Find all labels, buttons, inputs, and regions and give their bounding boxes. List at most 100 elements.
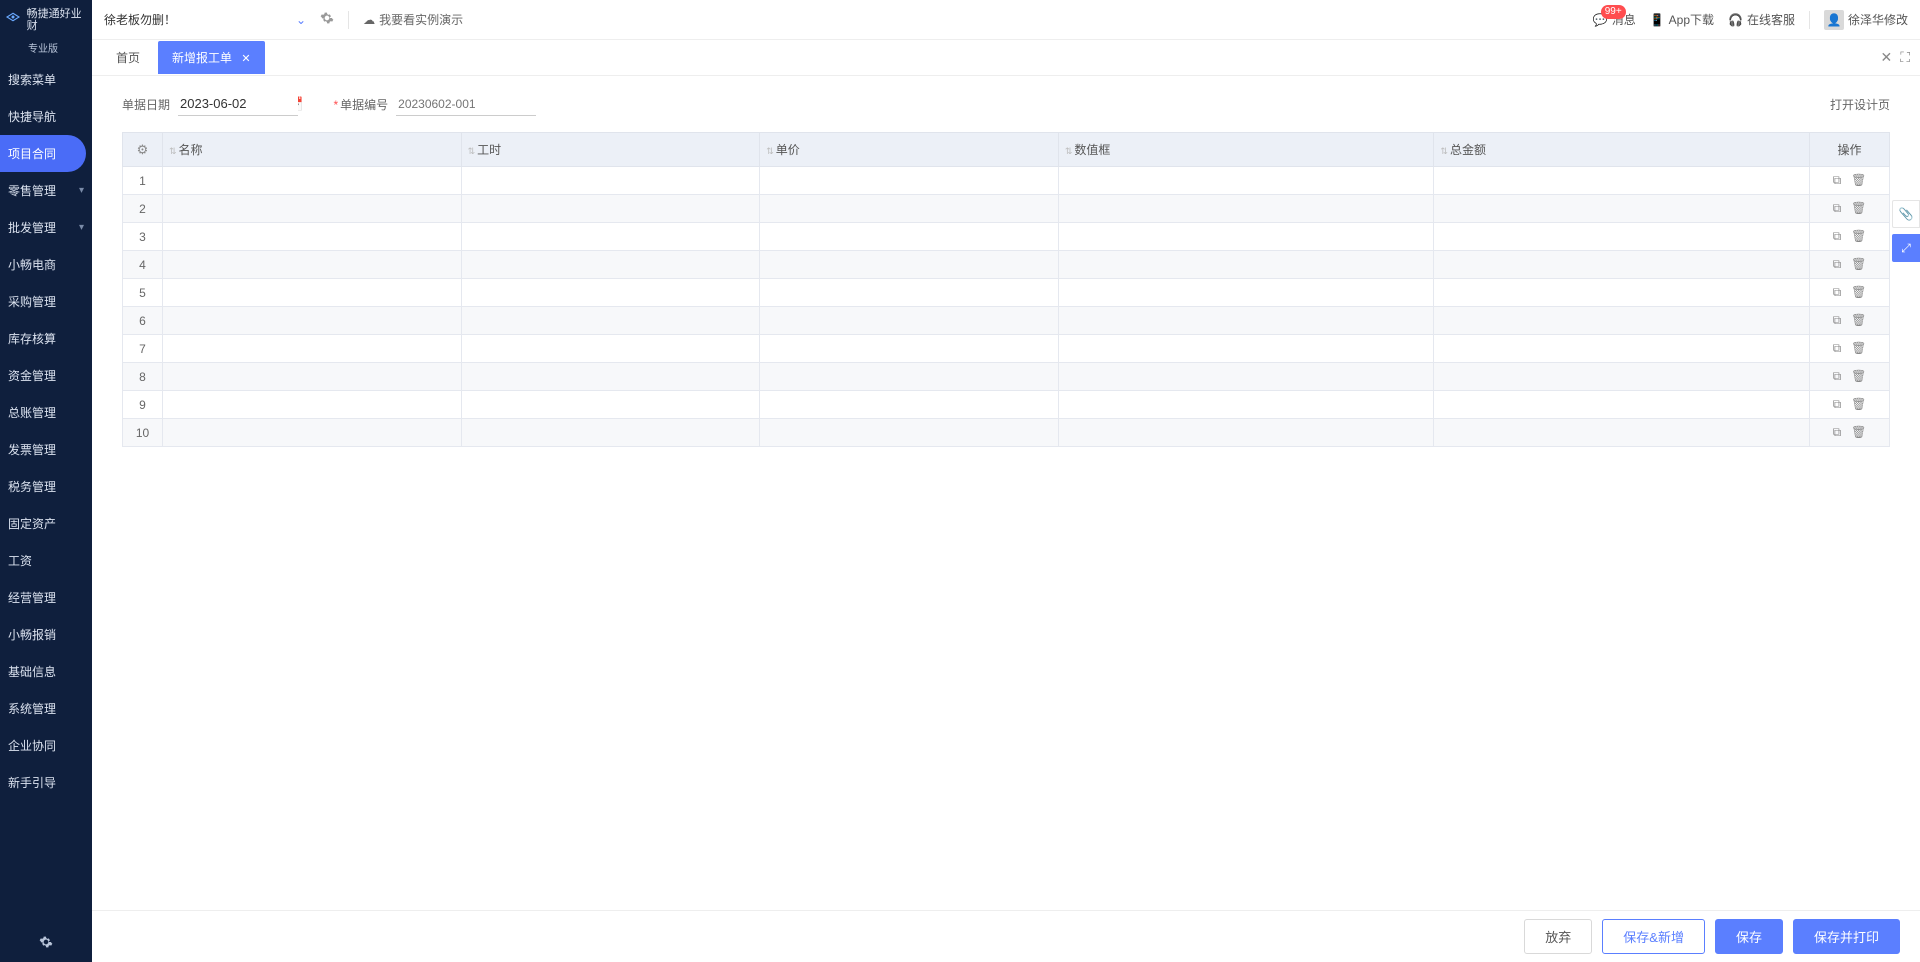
cell[interactable] [760, 419, 1059, 447]
column-header[interactable]: ⇅数值框 [1058, 133, 1434, 167]
cell[interactable] [163, 251, 462, 279]
sidebar-item[interactable]: 库存核算 [0, 320, 92, 357]
delete-icon[interactable]: 🗑 [1851, 397, 1866, 412]
cell[interactable] [163, 419, 462, 447]
code-input[interactable] [396, 93, 536, 116]
sidebar-item[interactable]: 发票管理 [0, 431, 92, 468]
tab-home[interactable]: 首页 [102, 41, 154, 74]
cell[interactable] [760, 251, 1059, 279]
cell[interactable] [461, 363, 760, 391]
cell[interactable] [1058, 419, 1434, 447]
cell[interactable] [1058, 251, 1434, 279]
cell[interactable] [461, 307, 760, 335]
delete-icon[interactable]: 🗑 [1851, 257, 1866, 272]
discard-button[interactable]: 放弃 [1524, 919, 1592, 954]
sidebar-item[interactable]: 批发管理▾ [0, 209, 92, 246]
copy-icon[interactable]: ⧉ [1833, 425, 1842, 440]
close-icon[interactable]: ✕ [241, 53, 250, 65]
service-button[interactable]: 🎧 在线客服 [1728, 11, 1795, 28]
sidebar-item[interactable]: 税务管理 [0, 468, 92, 505]
cell[interactable] [1434, 167, 1810, 195]
cell[interactable] [461, 391, 760, 419]
cell[interactable] [1058, 391, 1434, 419]
sidebar-item[interactable]: 系统管理 [0, 690, 92, 727]
close-all-icon[interactable]: ✕ [1880, 49, 1892, 66]
cell[interactable] [461, 419, 760, 447]
column-header[interactable]: ⇅总金额 [1434, 133, 1810, 167]
delete-icon[interactable]: 🗑 [1851, 425, 1866, 440]
delete-icon[interactable]: 🗑 [1851, 201, 1866, 216]
sidebar-item[interactable]: 项目合同 [0, 135, 86, 172]
copy-icon[interactable]: ⧉ [1833, 257, 1842, 272]
fullscreen-icon[interactable]: ⛶ [1900, 49, 1910, 66]
gear-column-header[interactable]: ⚙ [123, 133, 163, 167]
cell[interactable] [760, 195, 1059, 223]
save-button[interactable]: 保存 [1715, 919, 1783, 954]
cell[interactable] [1434, 391, 1810, 419]
delete-icon[interactable]: 🗑 [1851, 173, 1866, 188]
column-header[interactable]: ⇅名称 [163, 133, 462, 167]
sidebar-item[interactable]: 搜索菜单 [0, 61, 92, 98]
demo-link[interactable]: ☁ 我要看实例演示 [363, 11, 463, 28]
cell[interactable] [760, 167, 1059, 195]
delete-icon[interactable]: 🗑 [1851, 229, 1866, 244]
delete-icon[interactable]: 🗑 [1851, 285, 1866, 300]
sidebar-item[interactable]: 小畅电商 [0, 246, 92, 283]
save-print-button[interactable]: 保存并打印 [1793, 919, 1900, 954]
cell[interactable] [760, 391, 1059, 419]
cell[interactable] [1058, 335, 1434, 363]
sidebar-item[interactable]: 基础信息 [0, 653, 92, 690]
copy-icon[interactable]: ⧉ [1833, 341, 1842, 356]
design-link[interactable]: 打开设计页 [1830, 96, 1890, 113]
cell[interactable] [1434, 307, 1810, 335]
cell[interactable] [760, 363, 1059, 391]
cell[interactable] [1434, 251, 1810, 279]
copy-icon[interactable]: ⧉ [1833, 229, 1842, 244]
delete-icon[interactable]: 🗑 [1851, 369, 1866, 384]
date-input[interactable] [178, 92, 298, 116]
cell[interactable] [1058, 195, 1434, 223]
cell[interactable] [1434, 363, 1810, 391]
column-header[interactable]: ⇅工时 [461, 133, 760, 167]
cell[interactable] [1058, 363, 1434, 391]
sidebar-item[interactable]: 经营管理 [0, 579, 92, 616]
cell[interactable] [760, 307, 1059, 335]
cell[interactable] [1058, 223, 1434, 251]
delete-icon[interactable]: 🗑 [1851, 313, 1866, 328]
cell[interactable] [1434, 419, 1810, 447]
delete-icon[interactable]: 🗑 [1851, 341, 1866, 356]
download-button[interactable]: 📱 App下载 [1650, 11, 1714, 28]
sidebar-item[interactable]: 固定资产 [0, 505, 92, 542]
cell[interactable] [163, 279, 462, 307]
settings-icon[interactable] [320, 11, 334, 28]
cell[interactable] [1434, 335, 1810, 363]
cell[interactable] [1434, 195, 1810, 223]
copy-icon[interactable]: ⧉ [1833, 201, 1842, 216]
cell[interactable] [461, 279, 760, 307]
cell[interactable] [1434, 279, 1810, 307]
cell[interactable] [461, 223, 760, 251]
cell[interactable] [461, 167, 760, 195]
column-header[interactable]: ⇅单价 [760, 133, 1059, 167]
cell[interactable] [760, 223, 1059, 251]
sidebar-item[interactable]: 采购管理 [0, 283, 92, 320]
copy-icon[interactable]: ⧉ [1833, 313, 1842, 328]
attachment-button[interactable]: 📎 [1892, 200, 1920, 228]
expand-button[interactable]: ⤢ [1892, 234, 1920, 262]
copy-icon[interactable]: ⧉ [1833, 173, 1842, 188]
tab-new-report[interactable]: 新增报工单 ✕ [158, 41, 265, 74]
cell[interactable] [1058, 279, 1434, 307]
sidebar-item[interactable]: 小畅报销 [0, 616, 92, 653]
user-menu[interactable]: 👤 徐泽华修改 [1824, 10, 1908, 30]
sidebar-settings[interactable] [0, 925, 92, 962]
sidebar-item[interactable]: 企业协同 [0, 727, 92, 764]
cell[interactable] [163, 307, 462, 335]
copy-icon[interactable]: ⧉ [1833, 369, 1842, 384]
cell[interactable] [163, 363, 462, 391]
cell[interactable] [1434, 223, 1810, 251]
copy-icon[interactable]: ⧉ [1833, 285, 1842, 300]
sidebar-item[interactable]: 资金管理 [0, 357, 92, 394]
cell[interactable] [163, 167, 462, 195]
cell[interactable] [163, 391, 462, 419]
sidebar-item[interactable]: 快捷导航 [0, 98, 92, 135]
